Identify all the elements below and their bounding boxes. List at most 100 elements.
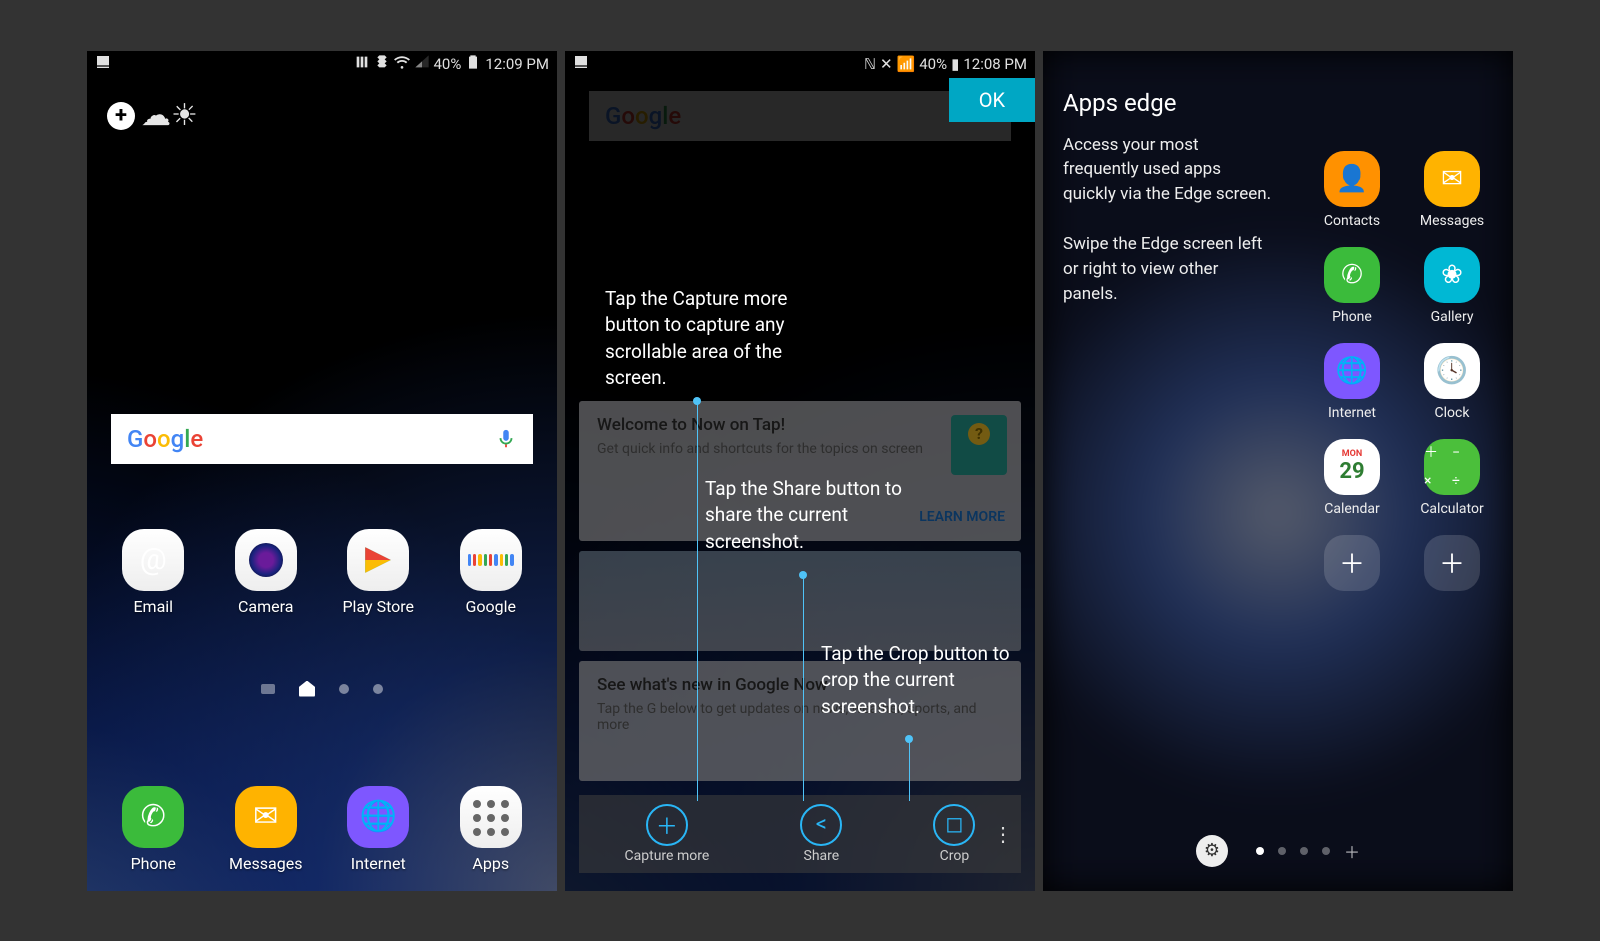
pointer-dot [693, 397, 701, 405]
pointer-dot [799, 571, 807, 579]
screenshot-tool-screen: ℕ ✕ 📶 40% ▮ 12:08 PM Google Welcome to N… [565, 51, 1035, 891]
capture-tip: Tap the Capture more button to capture a… [605, 286, 845, 392]
ok-button[interactable]: OK [949, 78, 1035, 122]
pointer-dot [905, 735, 913, 743]
app-apps[interactable]: Apps [441, 786, 541, 873]
status-bar: ℕ ✕ 📶 40% ▮ 12:08 PM [565, 51, 1035, 77]
edge-description-2: Swipe the Edge screen left or right to v… [1043, 228, 1513, 310]
page-dot-active[interactable] [299, 681, 315, 697]
app-email[interactable]: @ Email [103, 529, 203, 616]
crop-icon: ◻ [933, 804, 975, 846]
battery-percent: 40% [919, 55, 947, 73]
wifi-icon: 📶 [897, 55, 916, 73]
crop-tip: Tap the Crop button to crop the current … [821, 641, 1035, 721]
settings-gear-icon[interactable]: ⚙ [1196, 835, 1228, 867]
toolbar-crop[interactable]: ◻ Crop [933, 804, 975, 864]
app-camera[interactable]: Camera [216, 529, 316, 616]
edge-title: Apps edge [1043, 77, 1513, 129]
add-icon: ＋ [1324, 535, 1380, 591]
pointer-line [803, 575, 804, 801]
panel-dot[interactable] [1322, 847, 1330, 855]
screenshot-saved-icon [573, 54, 589, 74]
vibrate-icon: ✕ [880, 55, 893, 73]
nfc-icon [354, 54, 370, 74]
app-label: Calculator [1420, 501, 1483, 517]
app-label: Google [465, 597, 516, 616]
pointer-line [697, 401, 698, 801]
app-add[interactable]: ＋ [1411, 535, 1493, 597]
app-label: Messages [1420, 213, 1484, 229]
page-dot[interactable] [373, 684, 383, 694]
app-label: Contacts [1324, 213, 1380, 229]
internet-icon: 🌐 [347, 786, 409, 848]
app-label: Email [133, 597, 173, 616]
toolbar-label: Capture more [625, 848, 710, 864]
clock-icon: 🕓 [1424, 343, 1480, 399]
app-label: Gallery [1431, 309, 1474, 325]
capture more-icon: ＋ [646, 804, 688, 846]
toolbar-label: Crop [940, 848, 970, 864]
toolbar-share[interactable]: <Share [800, 804, 842, 864]
signal-icon [414, 54, 430, 74]
mic-icon[interactable] [495, 428, 517, 450]
weather-widget[interactable]: + ☁︎☀︎ [107, 101, 198, 131]
apps-icon [460, 786, 522, 848]
phone-icon: ✆ [122, 786, 184, 848]
dock: ✆Phone✉Messages 🌐 Internet Apps [97, 786, 547, 873]
add-weather-icon[interactable]: + [107, 102, 135, 130]
page-indicator[interactable] [87, 681, 557, 697]
app-label: Internet [351, 854, 406, 873]
app-label: Clock [1435, 405, 1470, 421]
calendar-icon: MON29 [1324, 439, 1380, 495]
panel-dot[interactable] [1256, 847, 1264, 855]
vibrate-icon [374, 54, 390, 74]
app-phone[interactable]: ✆Phone [103, 786, 203, 873]
capture-toolbar: ⋮ ＋ Capture more <Share ◻ Crop [579, 795, 1021, 873]
clock-text: 12:08 PM [963, 55, 1027, 73]
app-add[interactable]: ＋ [1311, 535, 1393, 597]
wifi-icon [394, 54, 410, 74]
app-clock[interactable]: 🕓 Clock [1411, 343, 1493, 421]
share-tip: Tap the Share button to share the curren… [705, 476, 945, 556]
app-messages[interactable]: ✉Messages [216, 786, 316, 873]
screenshot-saved-icon [95, 54, 111, 74]
app-internet[interactable]: 🌐 Internet [328, 786, 428, 873]
messages-icon: ✉ [235, 786, 297, 848]
panel-dot[interactable] [1278, 847, 1286, 855]
play store-icon [347, 529, 409, 591]
app-play-store[interactable]: Play Store [328, 529, 428, 616]
google-icon [460, 529, 522, 591]
app-label: Apps [472, 854, 509, 873]
apps-edge-screen: Apps edge Access your most frequently us… [1043, 51, 1513, 891]
app-label: Camera [238, 597, 293, 616]
page-dot[interactable] [339, 684, 349, 694]
app-label: Phone [1332, 309, 1372, 325]
internet-icon: 🌐 [1324, 343, 1380, 399]
panel-pager: ⚙ ＋ [1043, 835, 1513, 867]
weather-cloud-icon: ☁︎☀︎ [141, 101, 198, 131]
edge-row: MON29 Calendar ＋−×÷ Calculator [1305, 439, 1499, 517]
tutorial-overlay [565, 51, 1035, 891]
app-label: Calendar [1324, 501, 1380, 517]
app-calculator[interactable]: ＋−×÷ Calculator [1411, 439, 1493, 517]
google-search-bar[interactable]: Google [111, 414, 533, 464]
more-icon[interactable]: ⋮ [993, 822, 1013, 846]
battery-icon [465, 54, 481, 74]
toolbar-label: Share [804, 848, 840, 864]
calculator-icon: ＋−×÷ [1424, 439, 1480, 495]
status-bar: 40% 12:09 PM [87, 51, 557, 77]
camera-icon [235, 529, 297, 591]
toolbar-capture-more[interactable]: ＋ Capture more [625, 804, 710, 864]
wallpaper [87, 51, 557, 891]
edge-row: 🌐Internet 🕓 Clock [1305, 343, 1499, 421]
battery-percent: 40% [434, 55, 462, 73]
app-calendar[interactable]: MON29 Calendar [1311, 439, 1393, 517]
app-label: Play Store [342, 597, 414, 616]
panel-dot[interactable] [1300, 847, 1308, 855]
app-internet[interactable]: 🌐Internet [1311, 343, 1393, 421]
email-icon: @ [122, 529, 184, 591]
clock-text: 12:09 PM [485, 55, 549, 73]
app-google[interactable]: Google [441, 529, 541, 616]
page-dot[interactable] [261, 684, 275, 694]
add-panel-icon[interactable]: ＋ [1344, 839, 1360, 863]
